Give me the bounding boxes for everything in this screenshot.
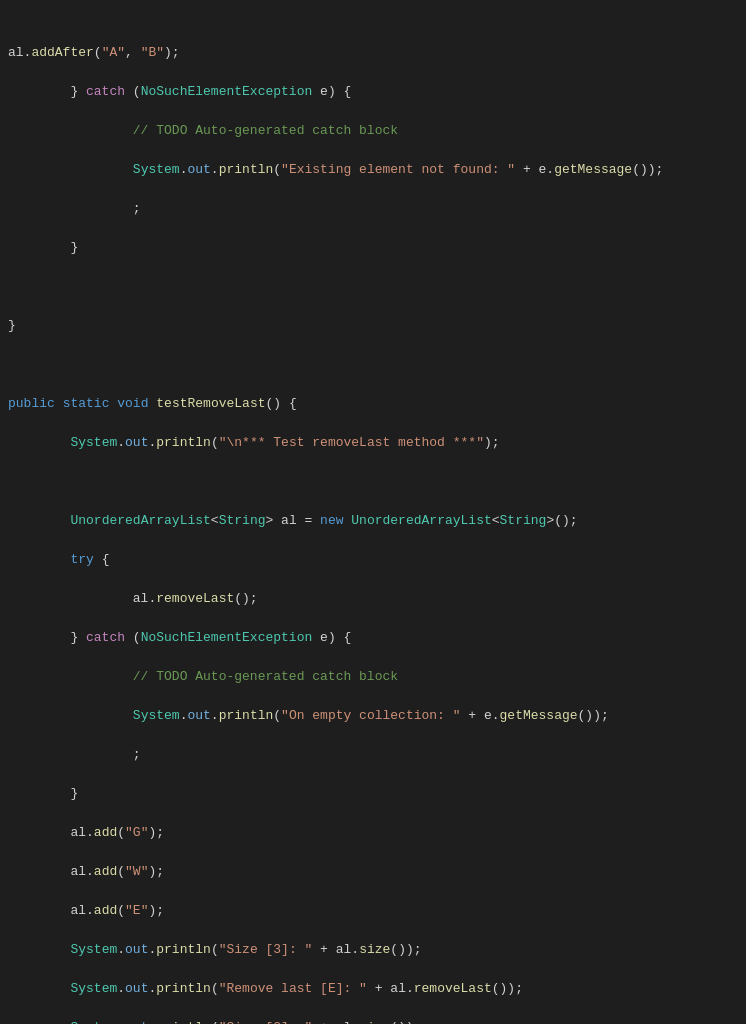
line-5: ; (0, 199, 746, 219)
line-12 (0, 472, 746, 492)
line-10: public static void testRemoveLast() { (0, 394, 746, 414)
line-9 (0, 355, 746, 375)
line-20: } (0, 784, 746, 804)
line-25: System.out.println("Remove last [E]: " +… (0, 979, 746, 999)
line-2: } catch (NoSuchElementException e) { (0, 82, 746, 102)
line-15: al.removeLast(); (0, 589, 746, 609)
line-3: // TODO Auto-generated catch block (0, 121, 746, 141)
line-22: al.add("W"); (0, 862, 746, 882)
line-6: } (0, 238, 746, 258)
code-editor: al.addAfter("A", "B"); } catch (NoSuchEl… (0, 0, 746, 1024)
line-4: System.out.println("Existing element not… (0, 160, 746, 180)
line-26: System.out.println("Size [2]: " + al.siz… (0, 1018, 746, 1024)
line-19: ; (0, 745, 746, 765)
line-18: System.out.println("On empty collection:… (0, 706, 746, 726)
line-24: System.out.println("Size [3]: " + al.siz… (0, 940, 746, 960)
line-21: al.add("G"); (0, 823, 746, 843)
line-17: // TODO Auto-generated catch block (0, 667, 746, 687)
line-1: al.addAfter("A", "B"); (0, 43, 746, 63)
line-7 (0, 277, 746, 297)
line-16: } catch (NoSuchElementException e) { (0, 628, 746, 648)
line-8: } (0, 316, 746, 336)
line-11: System.out.println("\n*** Test removeLas… (0, 433, 746, 453)
line-23: al.add("E"); (0, 901, 746, 921)
line-13: UnorderedArrayList<String> al = new Unor… (0, 511, 746, 531)
line-14: try { (0, 550, 746, 570)
